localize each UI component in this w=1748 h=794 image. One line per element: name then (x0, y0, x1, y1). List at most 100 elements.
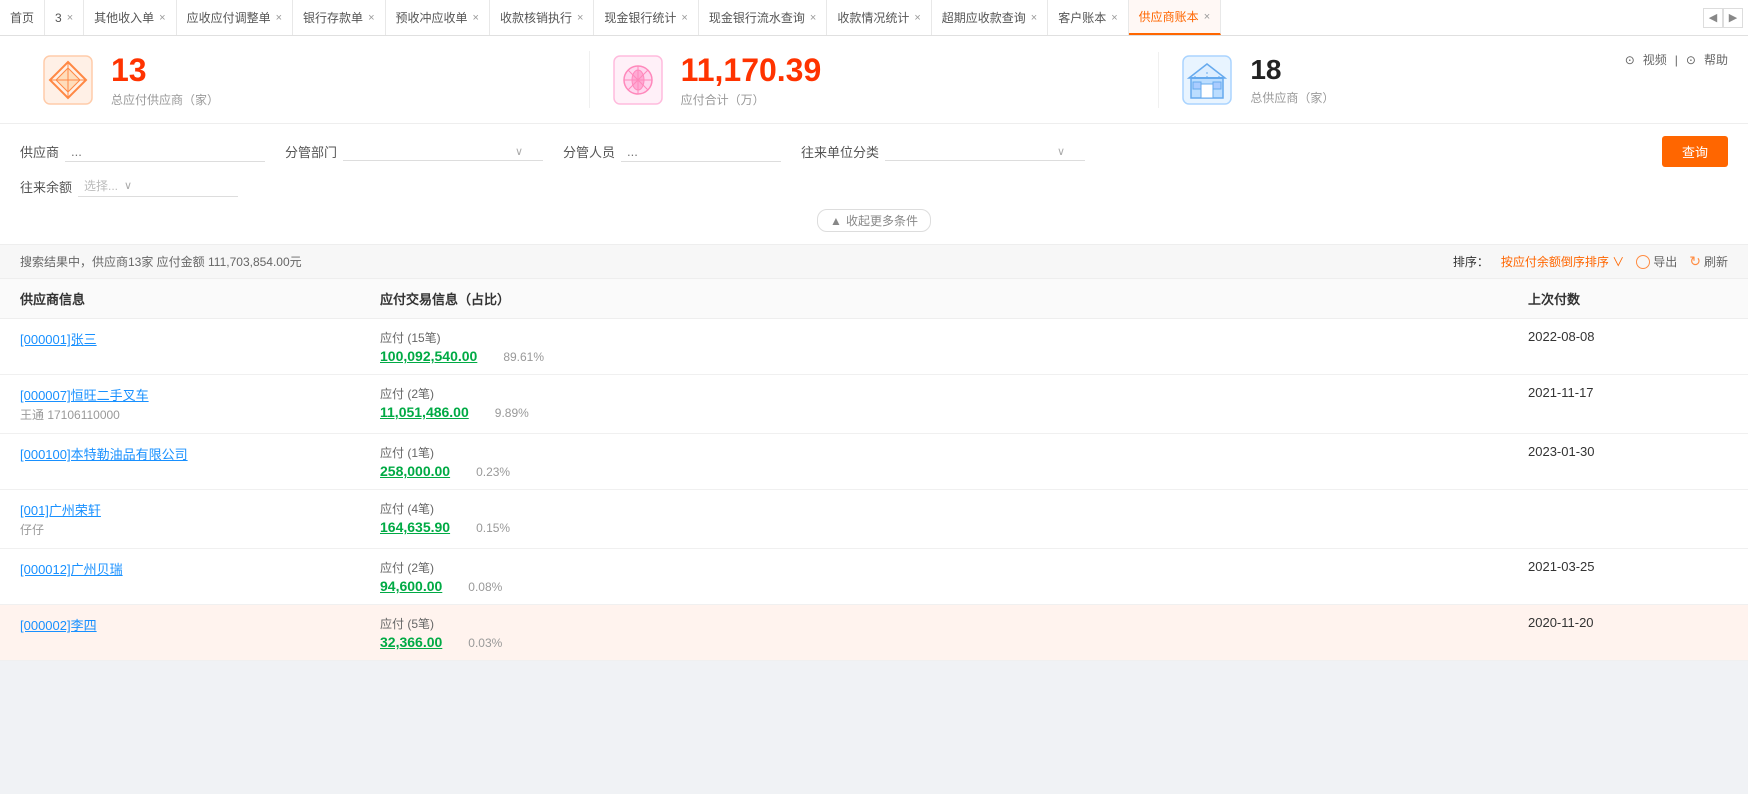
nav-arrow-right[interactable]: ▶ (1723, 8, 1743, 28)
table-row[interactable]: [000007]恒旺二手叉车王通 17106110000应付 (2笔) 11,05… (0, 375, 1748, 434)
nav-tab-t3[interactable]: 3× (45, 0, 84, 35)
tx-label-2: 应付 (1笔) (380, 444, 1528, 461)
close-tab-supplier-account[interactable]: × (1204, 11, 1210, 23)
close-tab-prepay[interactable]: × (473, 12, 479, 24)
supplier-col-1: [000007]恒旺二手叉车王通 17106110000 (20, 385, 380, 423)
nav-tab-prepay[interactable]: 预收冲应收单× (386, 0, 490, 35)
nav-arrow-left[interactable]: ◀ (1703, 8, 1723, 28)
query-button[interactable]: 查询 (1662, 136, 1728, 167)
card2-number: 11,170.39 (681, 51, 822, 89)
lastpay-col-0: 2022-08-08 (1528, 329, 1728, 344)
tx-amount-5[interactable]: 32,366.00 (380, 634, 442, 650)
balance-select[interactable]: 选择... ∨ (78, 175, 238, 197)
tx-label-0: 应付 (15笔) (380, 329, 1528, 346)
table-row[interactable]: [000001]张三 应付 (15笔) 100,092,540.00 89.61% 20… (0, 319, 1748, 375)
data-table: 供应商信息 应付交易信息（占比） 上次付数 [000001]张三应付 (15笔)… (0, 279, 1748, 661)
nav-tab-cash-bank-flow[interactable]: 现金银行流水查询× (699, 0, 827, 35)
tx-row-1: 11,051,486.009.89% (380, 404, 1528, 420)
refresh-button[interactable]: ↻ 刷新 (1689, 253, 1728, 270)
nav-tab-receipt-exec[interactable]: 收款核销执行× (490, 0, 594, 35)
table-row[interactable]: [000100]本特勒油品有限公司 应付 (1笔) 258,000.00 0.23%2… (0, 434, 1748, 490)
nav-tab-customer-account[interactable]: 客户账本× (1048, 0, 1128, 35)
video-icon: ⊙ (1625, 53, 1635, 67)
close-tab-customer-account[interactable]: × (1111, 12, 1117, 24)
close-tab-cash-bank-flow[interactable]: × (810, 12, 816, 24)
tx-percent-0: 89.61% (503, 350, 544, 364)
collapse-icon: ▲ (830, 214, 842, 228)
table-row[interactable]: [000002]李四应付 (5笔)32,366.000.03%2020-11-2… (0, 605, 1748, 661)
close-tab-other-income[interactable]: × (159, 12, 165, 24)
transaction-col-1: 应付 (2笔) 11,051,486.009.89% (380, 385, 1528, 420)
card1-number: 13 (111, 51, 219, 89)
sort-select[interactable]: 按应付余额倒序排序 ∨ (1501, 253, 1624, 270)
sort-arrow: ∨ (1612, 255, 1624, 269)
supplier-link-4[interactable]: [000012]广州贝瑞 (20, 562, 123, 577)
supplier-input[interactable] (65, 142, 265, 162)
nav-tab-overdue-query[interactable]: 超期应收款查询× (932, 0, 1048, 35)
close-tab-ap-adjust[interactable]: × (276, 12, 282, 24)
sort-label: 排序： (1453, 253, 1489, 270)
collapse-btn[interactable]: ▲ 收起更多条件 (20, 205, 1728, 236)
person-label: 分管人员 (563, 142, 615, 161)
tx-percent-2: 0.23% (476, 465, 510, 479)
tx-amount-4[interactable]: 94,600.00 (380, 578, 442, 594)
lastpay-col-4: 2021-03-25 (1528, 559, 1728, 574)
filter-dept: 分管部门 ∨ (285, 142, 543, 161)
supplier-link-0[interactable]: [000001]张三 (20, 332, 97, 347)
tx-amount-1[interactable]: 11,051,486.00 (380, 404, 469, 420)
nav-tab-cash-bank-stat[interactable]: 现金银行统计× (594, 0, 698, 35)
filter-supplier: 供应商 (20, 142, 265, 162)
table-row[interactable]: [001]广州荣轩仔仔应付 (4笔)164,635.900.15% (0, 490, 1748, 549)
close-tab-t3[interactable]: × (67, 12, 73, 24)
filter-person: 分管人员 (563, 142, 781, 162)
lastpay-col-1: 2021-11-17 (1528, 385, 1728, 400)
nav-tab-other-income[interactable]: 其他收入单× (84, 0, 176, 35)
nav-tab-bank-deposit[interactable]: 银行存款单× (293, 0, 385, 35)
nav-tab-receipt-stat[interactable]: 收款情况统计× (827, 0, 931, 35)
supplier-col-2: [000100]本特勒油品有限公司 (20, 444, 380, 463)
unit-class-label: 往来单位分类 (801, 142, 879, 161)
dept-arrow: ∨ (515, 145, 523, 158)
close-tab-bank-deposit[interactable]: × (368, 12, 374, 24)
col-header-lastpay: 上次付数 (1528, 289, 1728, 308)
nav-tab-home[interactable]: 首页 (0, 0, 45, 35)
person-input[interactable] (621, 142, 781, 162)
supplier-link-5[interactable]: [000002]李四 (20, 618, 97, 633)
tx-label-1: 应付 (2笔) (380, 385, 1528, 402)
help-link[interactable]: 帮助 (1704, 51, 1728, 68)
close-tab-overdue-query[interactable]: × (1031, 12, 1037, 24)
lastpay-date-4: 2021-03-25 (1528, 559, 1595, 574)
help-icon: ⊙ (1686, 53, 1696, 67)
table-row[interactable]: [000012]广州贝瑞应付 (2笔)94,600.000.08%2021-03… (0, 549, 1748, 605)
supplier-col-5: [000002]李四 (20, 615, 380, 634)
video-link[interactable]: 视频 (1643, 51, 1667, 68)
export-button[interactable]: 导出 (1636, 253, 1677, 270)
dept-label: 分管部门 (285, 142, 337, 161)
supplier-link-1[interactable]: [000007]恒旺二手叉车 (20, 388, 149, 403)
tx-row-2: 258,000.00 0.23% (380, 463, 1528, 479)
supplier-icon (40, 52, 96, 108)
filter-balance: 往来余额 选择... ∨ (20, 175, 238, 197)
supplier-link-3[interactable]: [001]广州荣轩 (20, 503, 101, 518)
separator: | (1675, 53, 1678, 67)
unit-class-select[interactable]: ∨ (885, 143, 1085, 161)
card2-label: 应付合计（万） (681, 91, 822, 108)
nav-tab-supplier-account[interactable]: 供应商账本× (1129, 0, 1221, 35)
tx-percent-5: 0.03% (468, 636, 502, 650)
nav-arrows: ◀ ▶ (1698, 8, 1748, 28)
supplier-sub-3: 仔仔 (20, 521, 380, 538)
tx-amount-2[interactable]: 258,000.00 (380, 463, 450, 479)
supplier-sub-1: 王通 17106110000 (20, 406, 380, 423)
supplier-link-2[interactable]: [000100]本特勒油品有限公司 (20, 447, 188, 462)
card3-text: 18 总供应商（家） (1250, 53, 1334, 106)
filter-unit-class: 往来单位分类 ∨ (801, 142, 1085, 161)
close-tab-receipt-stat[interactable]: × (914, 12, 920, 24)
tx-percent-3: 0.15% (476, 521, 510, 535)
close-tab-receipt-exec[interactable]: × (577, 12, 583, 24)
close-tab-cash-bank-stat[interactable]: × (681, 12, 687, 24)
dept-select[interactable]: ∨ (343, 143, 543, 161)
supplier-col-3: [001]广州荣轩仔仔 (20, 500, 380, 538)
tx-amount-3[interactable]: 164,635.90 (380, 519, 450, 535)
nav-tab-ap-adjust[interactable]: 应收应付调整单× (177, 0, 293, 35)
tx-amount-0[interactable]: 100,092,540.00 (380, 348, 477, 364)
